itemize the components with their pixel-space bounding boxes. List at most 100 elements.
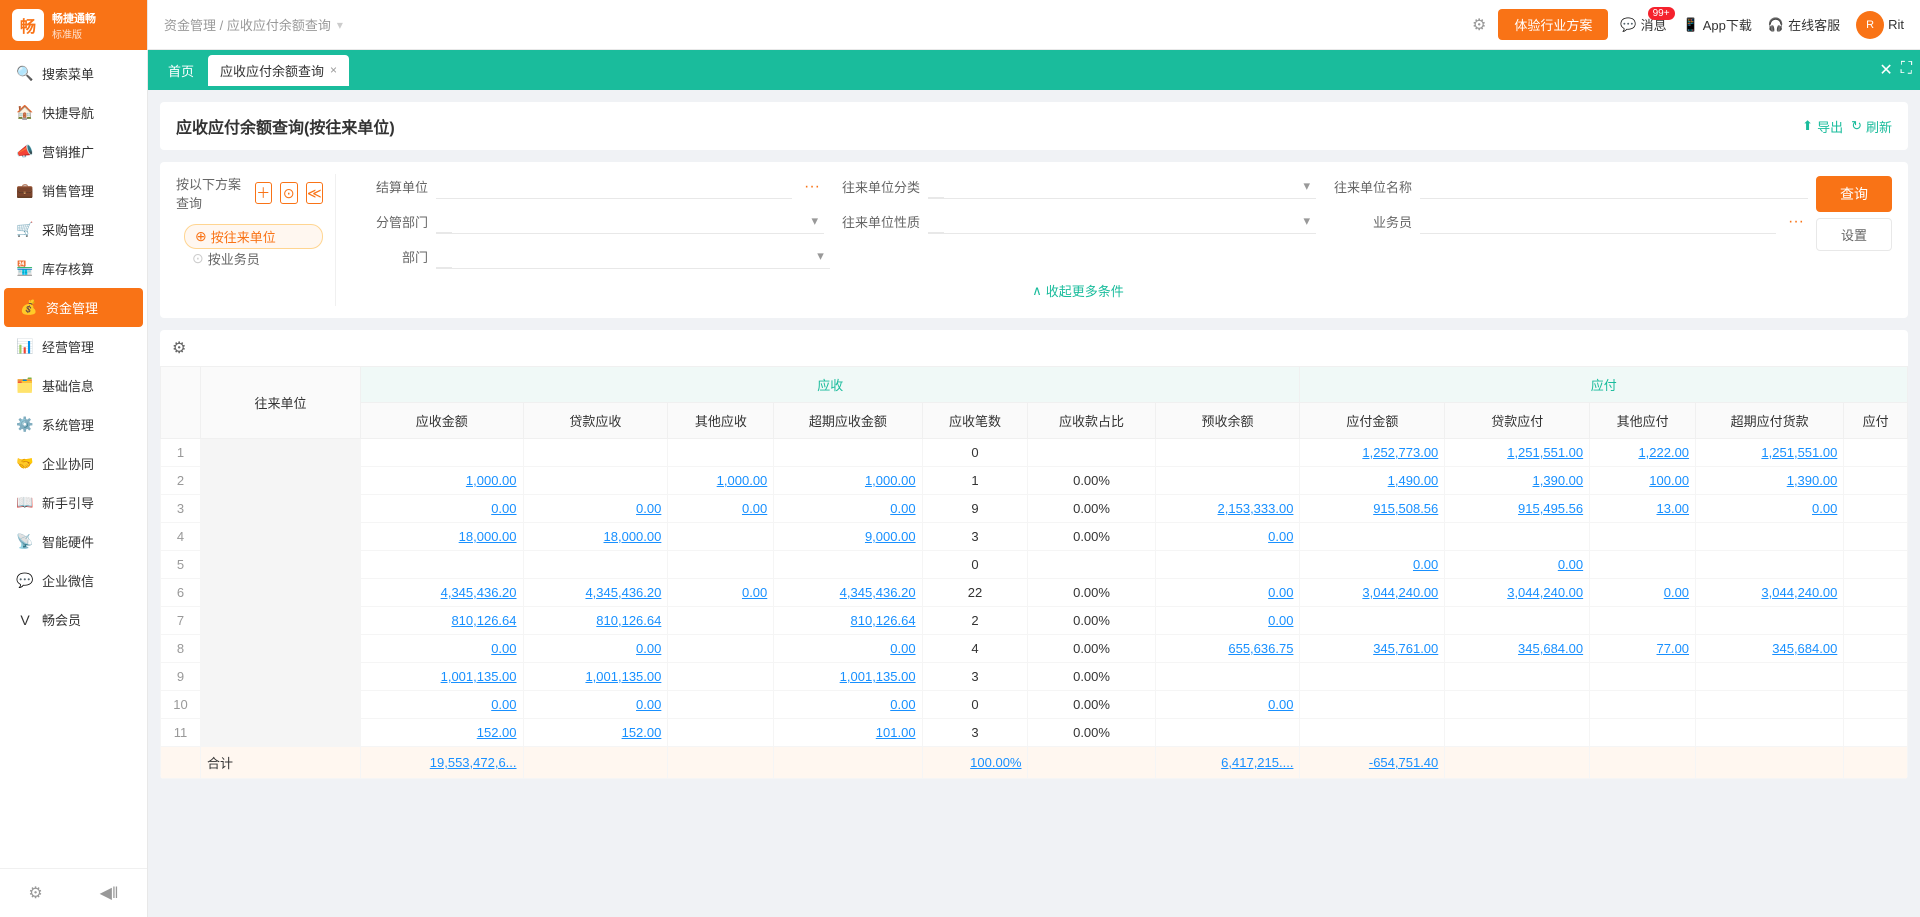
tab-home[interactable]: 首页: [156, 55, 206, 86]
marketing-icon: 📣: [16, 143, 34, 160]
filter-wanglai-nature: 往来单位性质: [840, 209, 1316, 234]
logo-text: 畅捷通畅 标准版: [52, 10, 96, 41]
sidebar-item-sales[interactable]: 💼 销售管理: [0, 171, 147, 210]
filter-area: 按以下方案查询 ＋ ⊙ ≪ ⊕ 按往来单位 ⊙ 按业务员: [160, 162, 1908, 318]
col-ys-advance: 预收余额: [1155, 403, 1300, 439]
tab-fullscreen-button[interactable]: ⛶: [1901, 60, 1912, 80]
tab-close-window-button[interactable]: ✕: [1879, 60, 1892, 80]
sidebar-item-finance[interactable]: 💰 资金管理: [4, 288, 143, 327]
sidebar-item-purchase[interactable]: 🛒 采购管理: [0, 210, 147, 249]
main-area: 资金管理 / 应收应付余额查询 ▾ ⚙ 体验行业方案 💬 消息 99+ 📱 Ap…: [148, 0, 1920, 917]
sidebar-item-guide[interactable]: 📖 新手引导: [0, 483, 147, 522]
refresh-button[interactable]: ↻ 刷新: [1851, 117, 1892, 136]
page-actions: ⬆ 导出 ↻ 刷新: [1802, 117, 1892, 136]
sidebar-item-vip[interactable]: V 畅会员: [0, 600, 147, 639]
home-icon: 🏠: [16, 104, 34, 121]
sidebar-item-system[interactable]: ⚙️ 系统管理: [0, 405, 147, 444]
col-counterparty: 往来单位: [201, 367, 361, 439]
table-toolbar: ⚙: [160, 330, 1908, 366]
topbar-settings-icon[interactable]: ⚙: [1472, 15, 1486, 35]
col-yf-loan: 贷款应付: [1445, 403, 1590, 439]
col-ys-ratio: 应收款占比: [1028, 403, 1155, 439]
topbar: 资金管理 / 应收应付余额查询 ▾ ⚙ 体验行业方案 💬 消息 99+ 📱 Ap…: [148, 0, 1920, 50]
jiesuan-unit-input[interactable]: [436, 175, 792, 199]
sidebar-settings-button[interactable]: ⚙: [22, 877, 48, 909]
online-service-button[interactable]: 🎧 在线客服: [1768, 15, 1840, 34]
table-row: 101,252,773.001,251,551.001,222.001,251,…: [161, 439, 1908, 467]
tabbar: 首页 应收应付余额查询 × ✕ ⛶: [148, 50, 1920, 90]
filter-jiesuan-unit: 结算单位 ···: [348, 175, 824, 199]
filter-fields-area: 结算单位 ··· 往来单位分类: [348, 174, 1892, 306]
scheme-by-counterparty[interactable]: ⊕ 按往来单位: [184, 224, 323, 249]
filter-scheme-panel: 按以下方案查询 ＋ ⊙ ≪ ⊕ 按往来单位 ⊙ 按业务员: [176, 174, 336, 306]
basic-icon: 🗂️: [16, 377, 34, 394]
purchase-icon: 🛒: [16, 221, 34, 238]
filter-top: 按以下方案查询 ＋ ⊙ ≪: [176, 174, 323, 212]
service-icon: 🎧: [1768, 17, 1784, 33]
salesperson-input[interactable]: [1420, 210, 1776, 234]
salesperson-icon: ⊙: [192, 250, 204, 267]
download-icon: 📱: [1683, 17, 1699, 33]
sidebar-collapse-button[interactable]: ◀‖: [94, 877, 125, 909]
scheme-by-salesperson[interactable]: ⊙ 按业务员: [192, 249, 323, 268]
sidebar-logo: 畅 畅捷通畅 标准版: [0, 0, 147, 50]
guide-icon: 📖: [16, 494, 34, 511]
export-button[interactable]: ⬆ 导出: [1802, 117, 1843, 136]
system-icon: ⚙️: [16, 416, 34, 433]
message-button[interactable]: 💬 消息 99+: [1620, 15, 1666, 34]
table-row: 500.000.00: [161, 551, 1908, 579]
table-row: 91,001,135.001,001,135.001,001,135.0030.…: [161, 663, 1908, 691]
filter-dept: 部门: [348, 244, 830, 269]
sidebar-item-corp[interactable]: 🤝 企业协同: [0, 444, 147, 483]
filter-wanglai-category: 往来单位分类: [840, 174, 1316, 199]
sidebar-item-operation[interactable]: 📊 经营管理: [0, 327, 147, 366]
user-profile[interactable]: R Rit: [1856, 11, 1904, 39]
sidebar-item-search[interactable]: 🔍 搜索菜单: [0, 54, 147, 93]
total-row: 合计 19,553,472,6... 100.00% 6,417,215....…: [161, 747, 1908, 779]
filter-fields-panel: 结算单位 ··· 往来单位分类: [348, 174, 1892, 306]
table-row: 7810,126.64810,126.64810,126.6420.00%0.0…: [161, 607, 1908, 635]
wanglai-nature-select[interactable]: [928, 209, 944, 233]
table-settings-icon[interactable]: ⚙: [172, 338, 186, 358]
collapse-more-btn[interactable]: ∧ 收起更多条件: [348, 275, 1808, 306]
col-group-yingfu: 应付: [1300, 367, 1908, 403]
edit-scheme-button[interactable]: ⊙: [280, 182, 298, 204]
breadcrumb: 资金管理 / 应收应付余额查询 ▾: [164, 15, 1460, 34]
search-icon: 🔍: [16, 65, 34, 82]
sidebar-item-hardware[interactable]: 📡 智能硬件: [0, 522, 147, 561]
hardware-icon: 📡: [16, 533, 34, 550]
sidebar-item-shortcut[interactable]: 🏠 快捷导航: [0, 93, 147, 132]
table-row: 80.000.000.0040.00%655,636.75345,761.003…: [161, 635, 1908, 663]
table-scroll[interactable]: 往来单位 应收 应付 应收金额 贷款应收 其他应收 超期应收金额 应收笔数 应收…: [160, 366, 1908, 779]
sidebar-item-basic[interactable]: 🗂️ 基础信息: [0, 366, 147, 405]
jiesuan-unit-ellipsis[interactable]: ···: [800, 178, 824, 196]
promotion-button[interactable]: 体验行业方案: [1498, 9, 1608, 40]
filter-fenguan-dept: 分管部门: [348, 209, 824, 234]
wanglai-category-select[interactable]: [928, 174, 944, 198]
refresh-icon: ↻: [1851, 118, 1862, 134]
tab-current[interactable]: 应收应付余额查询 ×: [208, 55, 349, 86]
filter-settings-button[interactable]: 设置: [1816, 218, 1892, 251]
app-download-button[interactable]: 📱 App下载: [1683, 15, 1752, 34]
col-yf-col: 应付: [1844, 403, 1908, 439]
dept-select[interactable]: [436, 244, 452, 268]
fenguan-dept-select[interactable]: [436, 209, 452, 233]
query-button[interactable]: 查询: [1816, 176, 1892, 212]
data-table: 往来单位 应收 应付 应收金额 贷款应收 其他应收 超期应收金额 应收笔数 应收…: [160, 366, 1908, 779]
inventory-icon: 🏪: [16, 260, 34, 277]
add-scheme-button[interactable]: ＋: [255, 182, 273, 204]
salesperson-ellipsis[interactable]: ···: [1784, 213, 1808, 231]
col-yf-overdue: 超期应付货款: [1696, 403, 1844, 439]
col-ys-overdue: 超期应收金额: [774, 403, 922, 439]
wanglai-name-input[interactable]: [1420, 175, 1808, 199]
col-ys-amount: 应收金额: [361, 403, 524, 439]
table-row: 64,345,436.204,345,436.200.004,345,436.2…: [161, 579, 1908, 607]
tab-close-button[interactable]: ×: [330, 63, 337, 77]
col-ys-loan: 贷款应收: [523, 403, 668, 439]
sidebar-footer: ⚙ ◀‖: [0, 868, 147, 917]
sidebar-item-wechat[interactable]: 💬 企业微信: [0, 561, 147, 600]
sidebar-item-inventory[interactable]: 🏪 库存核算: [0, 249, 147, 288]
collapse-scheme-button[interactable]: ≪: [306, 182, 324, 204]
filter-wanglai-name: 往来单位名称: [1332, 175, 1808, 199]
sidebar-item-marketing[interactable]: 📣 营销推广: [0, 132, 147, 171]
